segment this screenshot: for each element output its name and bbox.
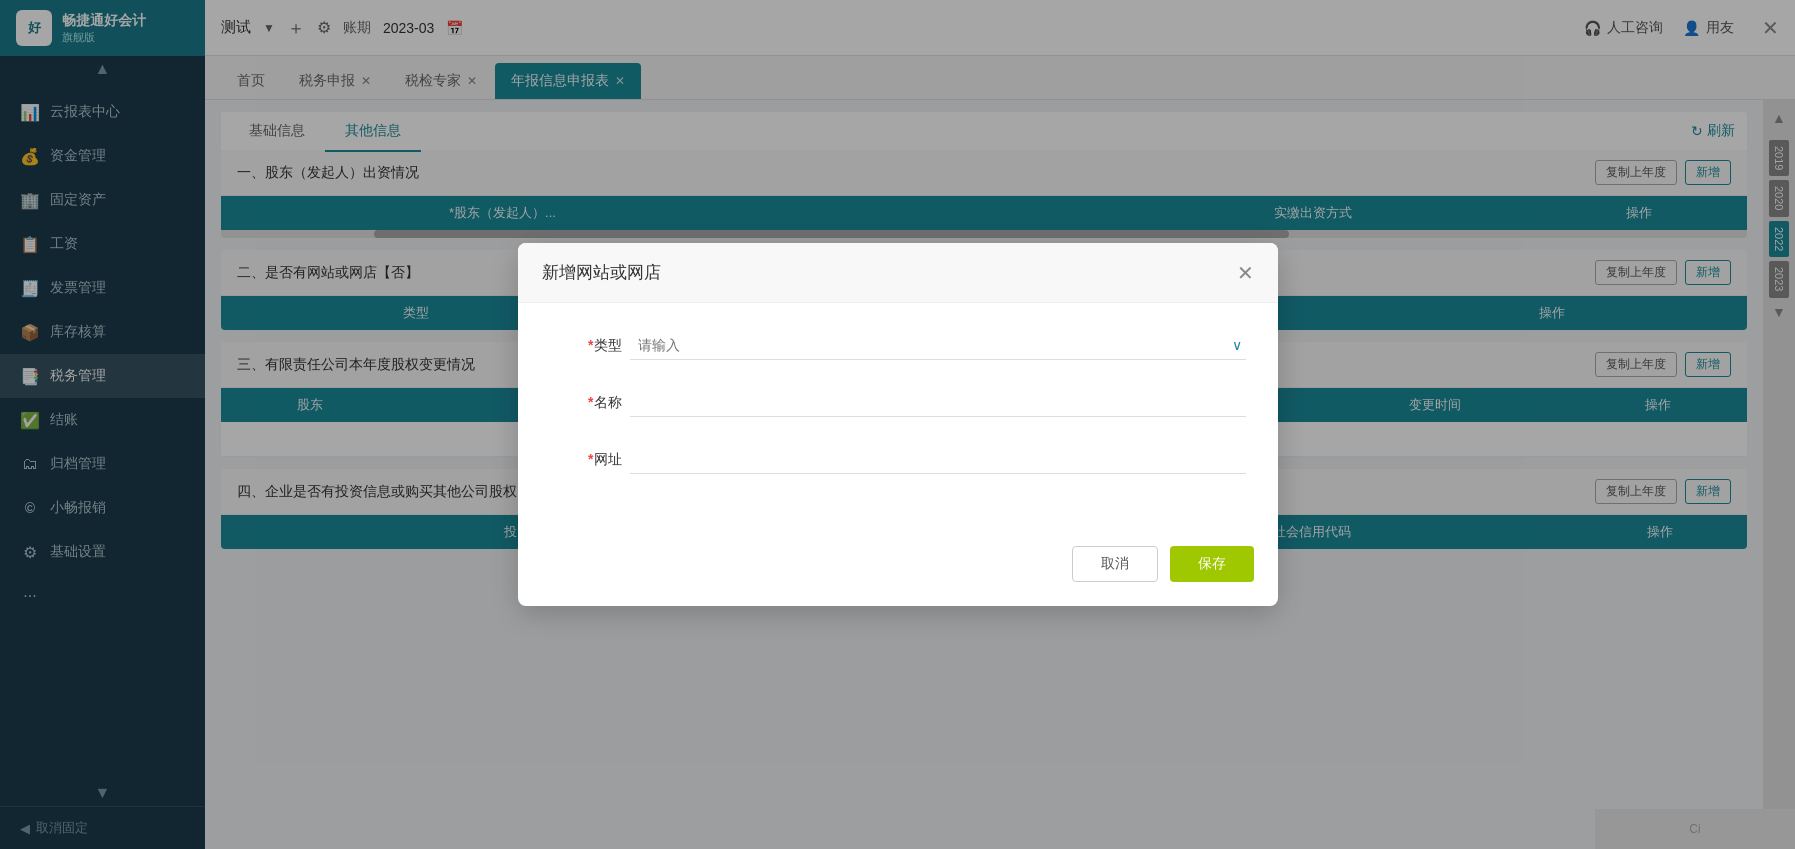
name-label: *名称: [550, 394, 630, 412]
modal-add-website: 新增网站或网店 ✕ *类型 ∨ *名称: [518, 243, 1278, 606]
modal-header: 新增网站或网店 ✕: [518, 243, 1278, 303]
url-required-star: *: [588, 451, 593, 467]
save-btn[interactable]: 保存: [1170, 546, 1254, 582]
type-dropdown-icon[interactable]: ∨: [1232, 337, 1246, 353]
modal-overlay[interactable]: 新增网站或网店 ✕ *类型 ∨ *名称: [0, 0, 1795, 849]
name-input[interactable]: [630, 388, 1246, 417]
modal-body: *类型 ∨ *名称 *网址: [518, 303, 1278, 530]
type-required-star: *: [588, 337, 593, 353]
form-row-name: *名称: [550, 388, 1246, 417]
type-select-input[interactable]: [630, 331, 1232, 359]
type-select-wrap: ∨: [630, 331, 1246, 360]
type-label: *类型: [550, 337, 630, 355]
url-label: *网址: [550, 451, 630, 469]
modal-close-btn[interactable]: ✕: [1237, 263, 1254, 283]
name-required-star: *: [588, 394, 593, 410]
url-input[interactable]: [630, 445, 1246, 474]
cancel-btn[interactable]: 取消: [1072, 546, 1158, 582]
modal-title: 新增网站或网店: [542, 261, 661, 284]
form-row-url: *网址: [550, 445, 1246, 474]
modal-footer: 取消 保存: [518, 530, 1278, 606]
form-row-type: *类型 ∨: [550, 331, 1246, 360]
